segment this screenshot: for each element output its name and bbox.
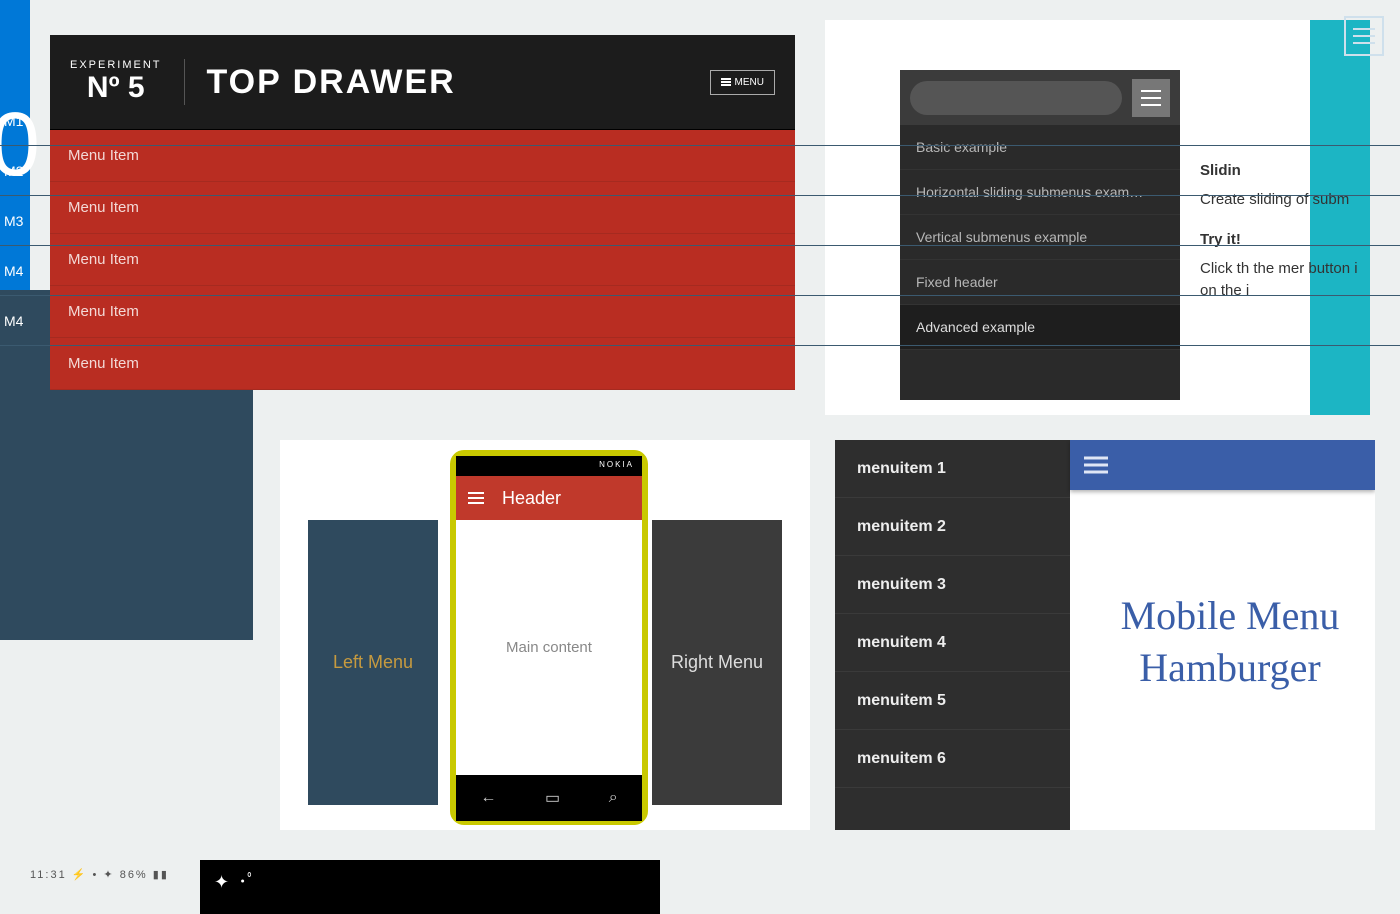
menu-item[interactable]: menuitem 4: [835, 614, 1070, 672]
phone-status-bar: NOKIA: [456, 456, 642, 476]
hamburger-icon: [468, 492, 484, 504]
menu-item[interactable]: menuitem 1: [835, 440, 1070, 498]
search-button[interactable]: ⌕: [609, 789, 618, 807]
back-button[interactable]: ←: [480, 789, 496, 807]
title-line-2: Hamburger: [1095, 642, 1365, 694]
menu-button-label: MENU: [735, 77, 764, 88]
title-line-1: Mobile Menu: [1095, 590, 1365, 642]
hamburger-icon: [1084, 456, 1108, 474]
menu-item[interactable]: M3: [0, 196, 1400, 246]
right-menu-label: Right Menu: [671, 652, 763, 673]
status-bar-fragment: 11:31 ⚡ • ✦ 86% ▮▮: [30, 868, 169, 881]
menu-item[interactable]: menuitem 2: [835, 498, 1070, 556]
menu-button[interactable]: MENU: [710, 70, 775, 95]
menu-item[interactable]: M2: [0, 146, 1400, 196]
top-bar: [1070, 440, 1375, 490]
menu-item[interactable]: M1: [0, 96, 1400, 146]
left-menu-label: Left Menu: [333, 652, 413, 673]
hamburger-button[interactable]: [1344, 16, 1384, 56]
menu-item[interactable]: menuitem 6: [835, 730, 1070, 788]
hamburger-button[interactable]: [1084, 456, 1108, 474]
menu-item[interactable]: menuitem 3: [835, 556, 1070, 614]
slate-menu-card: M1 M2 M3 M4 M4: [0, 290, 253, 640]
phone-main-content: Main content: [456, 520, 642, 775]
menu-item[interactable]: M4: [0, 296, 1400, 346]
phone-preview-card: Left Menu Right Menu NOKIA Header Main c…: [280, 440, 810, 830]
phone-frame: NOKIA Header Main content ← ▭ ⌕: [450, 450, 648, 825]
experiment-label: EXPERIMENT: [70, 59, 162, 71]
dark-fragment: ✦ ･ﾟ: [200, 860, 660, 914]
menu-item[interactable]: M4: [0, 246, 1400, 296]
mobile-menu-hamburger-card: menuitem 1 menuitem 2 menuitem 3 menuite…: [835, 440, 1375, 830]
menu-item[interactable]: menuitem 5: [835, 672, 1070, 730]
home-button[interactable]: ▭: [545, 788, 560, 808]
page-title: Mobile Menu Hamburger: [1095, 590, 1365, 694]
content-label: Main content: [506, 639, 592, 656]
phone-nav-bar: ← ▭ ⌕: [456, 775, 642, 821]
hamburger-button[interactable]: [468, 492, 484, 504]
slate-menu-list: M1 M2 M3 M4 M4: [0, 96, 1400, 346]
hamburger-icon: [1353, 28, 1375, 44]
left-menu-panel[interactable]: Left Menu: [308, 520, 438, 805]
sparkle-icon: ✦ ･ﾟ: [200, 860, 660, 902]
hamburger-icon: [721, 78, 731, 86]
right-menu-panel[interactable]: Right Menu: [652, 520, 782, 805]
sidebar-menu: menuitem 1 menuitem 2 menuitem 3 menuite…: [835, 440, 1070, 830]
phone-header-title: Header: [502, 488, 561, 509]
phone-header: Header: [456, 476, 642, 520]
